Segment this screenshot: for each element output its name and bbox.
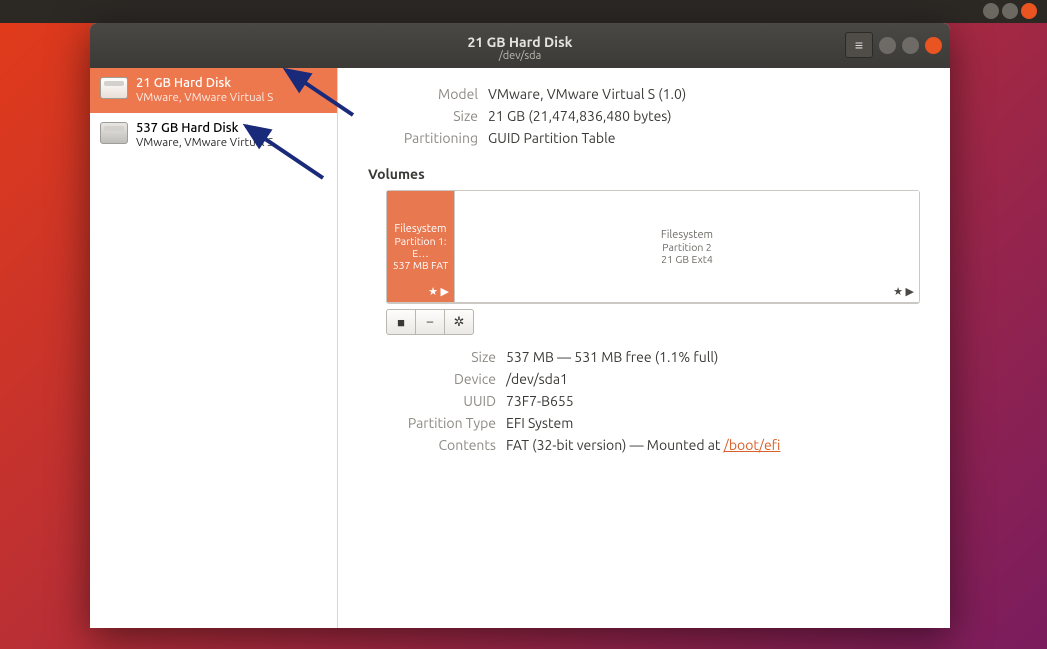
partition-label: Partition 1: E… [387,235,454,259]
main-panel: Model VMware, VMware Virtual S (1.0) Siz… [338,68,950,628]
partition-label: Partition 2 [662,241,711,253]
indicator-icon [983,3,999,19]
partition-size: 537 MB FAT [393,259,449,271]
partitioning-value: GUID Partition Table [488,130,920,146]
gears-icon: ✲ [454,315,465,330]
hamburger-icon: ≡ [855,37,863,53]
volume-map: Filesystem Partition 1: E… 537 MB FAT ★ … [386,190,920,304]
partition-1[interactable]: Filesystem Partition 1: E… 537 MB FAT ★ … [387,191,455,302]
disk-model: VMware, VMware Virtual S [136,136,273,150]
disk-name: 537 GB Hard Disk [136,120,273,136]
close-button[interactable] [925,37,942,54]
mount-point-link[interactable]: /boot/efi [724,437,781,453]
vol-ptype-label: Partition Type [386,415,496,431]
minimize-button[interactable] [879,37,896,54]
partition-indicators: ★ ▶ [428,285,449,298]
harddisk-icon [100,77,128,99]
size-label: Size [368,108,478,124]
maximize-button[interactable] [902,37,919,54]
window-title: 21 GB Hard Disk [90,34,950,50]
partition-options-button[interactable]: ✲ [444,309,474,335]
vol-uuid-label: UUID [386,393,496,409]
volumes-header: Volumes [368,166,920,182]
titlebar: 21 GB Hard Disk /dev/sda ≡ [90,23,950,68]
vol-contents-value: FAT (32-bit version) — Mounted at /boot/… [506,437,920,453]
vol-device-value: /dev/sda1 [506,371,920,387]
volume-toolbar: ■ – ✲ [386,309,920,335]
stop-icon: ■ [397,315,405,330]
partitioning-label: Partitioning [368,130,478,146]
model-label: Model [368,86,478,102]
indicator-icon [1021,3,1037,19]
disks-window: 21 GB Hard Disk /dev/sda ≡ 21 GB Hard Di… [90,23,950,628]
delete-partition-button[interactable]: – [415,309,445,335]
disk-name: 21 GB Hard Disk [136,75,273,91]
minus-icon: – [427,315,433,329]
sidebar-disk-21gb[interactable]: 21 GB Hard Disk VMware, VMware Virtual S [90,68,337,113]
harddisk-icon [100,122,128,144]
disk-sidebar: 21 GB Hard Disk VMware, VMware Virtual S… [90,68,338,628]
vol-uuid-value: 73F7-B655 [506,393,920,409]
partition-size: 21 GB Ext4 [661,253,713,265]
disk-model: VMware, VMware Virtual S [136,91,273,105]
indicator-icon [1002,3,1018,19]
hamburger-menu-button[interactable]: ≡ [845,32,873,58]
sidebar-disk-537gb[interactable]: 537 GB Hard Disk VMware, VMware Virtual … [90,113,337,158]
desktop-panel [0,0,1047,23]
vol-size-label: Size [386,349,496,365]
vol-ptype-value: EFI System [506,415,920,431]
model-value: VMware, VMware Virtual S (1.0) [488,86,920,102]
partition-2[interactable]: Filesystem Partition 2 21 GB Ext4 ★ ▶ [455,191,919,302]
size-value: 21 GB (21,474,836,480 bytes) [488,108,920,124]
vol-device-label: Device [386,371,496,387]
partition-title: Filesystem [394,223,446,235]
vol-contents-label: Contents [386,437,496,453]
partition-indicators: ★ ▶ [893,285,914,298]
window-subtitle: /dev/sda [90,50,950,62]
partition-title: Filesystem [661,229,713,241]
unmount-button[interactable]: ■ [386,309,416,335]
vol-size-value: 537 MB — 531 MB free (1.1% full) [506,349,920,365]
panel-indicators [983,3,1037,19]
